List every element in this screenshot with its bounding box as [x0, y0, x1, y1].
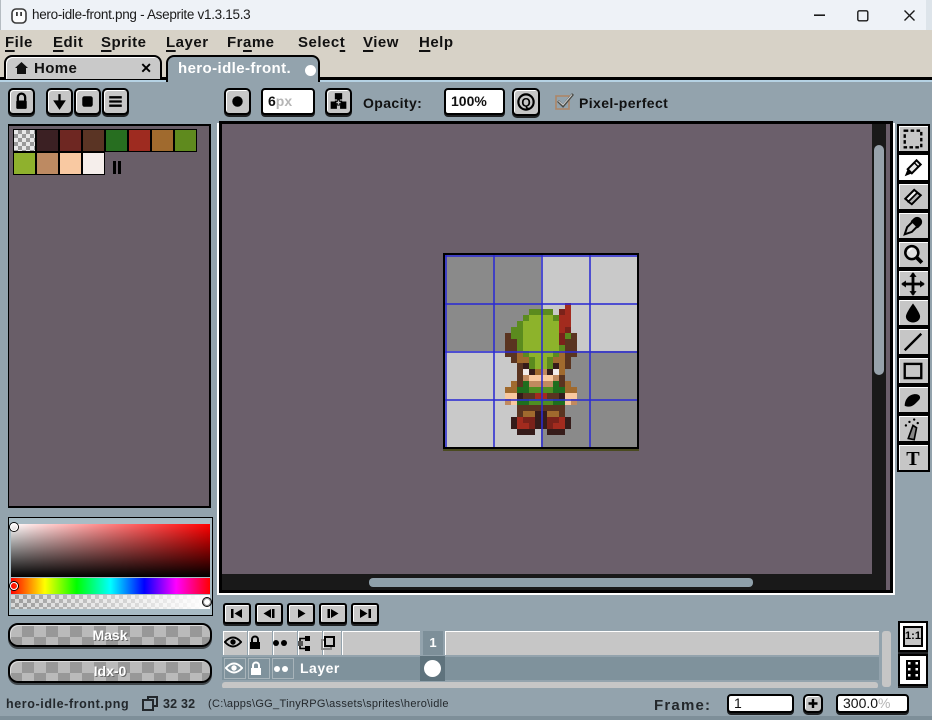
svg-text:T: T: [906, 448, 920, 470]
svg-text:Q: Q: [521, 95, 530, 109]
